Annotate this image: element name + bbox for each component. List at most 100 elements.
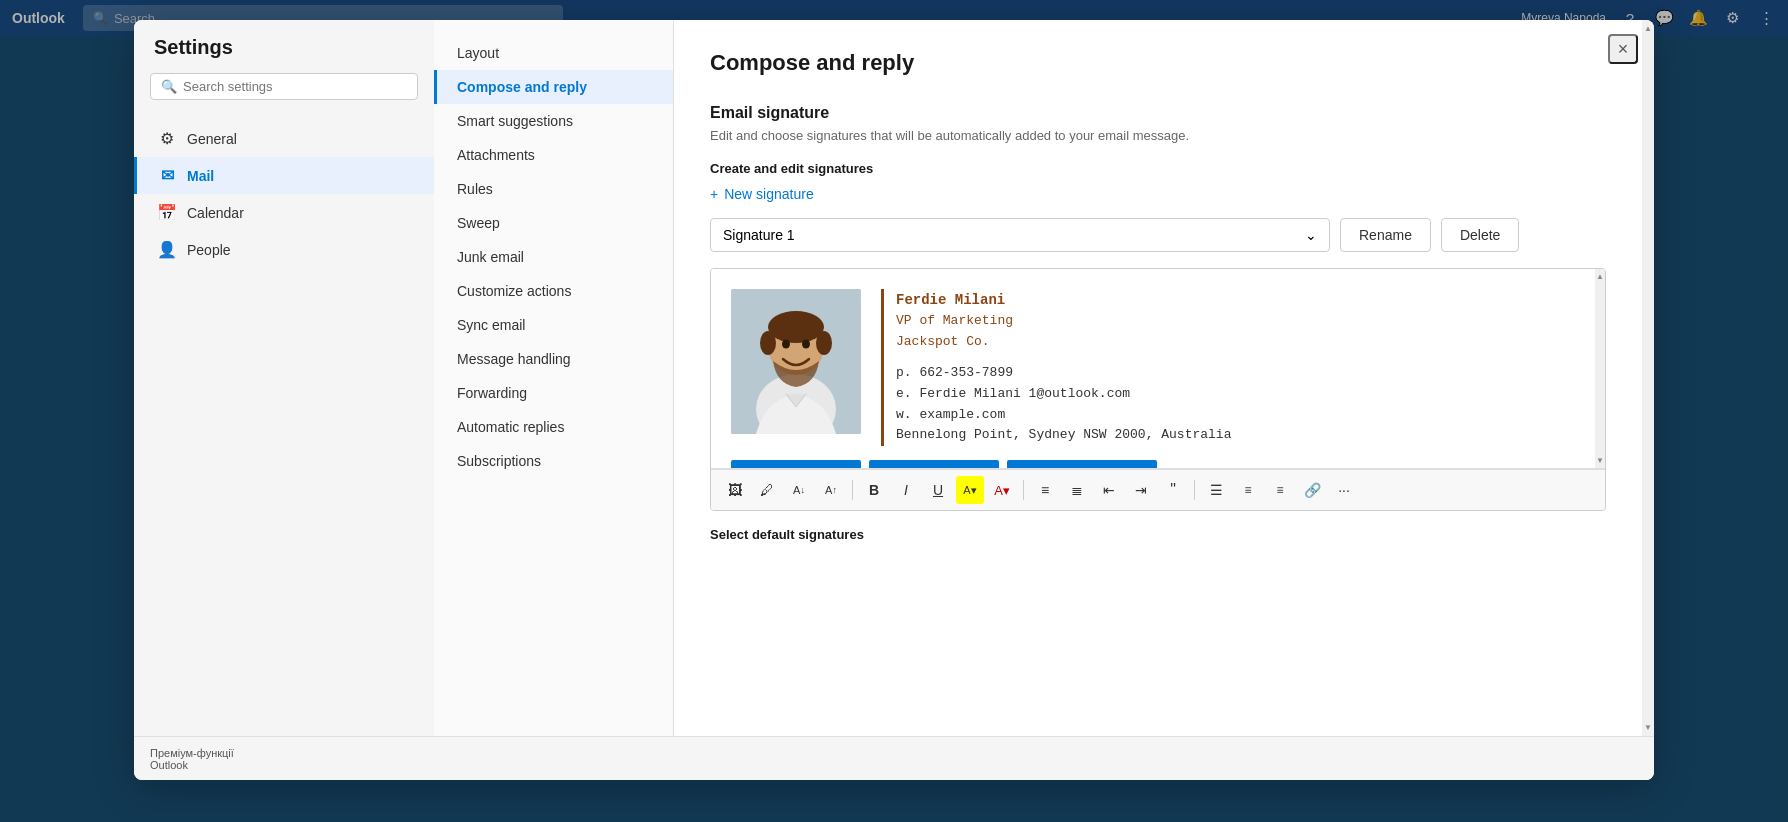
search-settings-icon: 🔍: [161, 79, 177, 94]
new-signature-button[interactable]: + New signature: [710, 186, 1606, 202]
sidebar-item-mail[interactable]: ✉ Mail: [134, 157, 434, 194]
premium-line1: Преміум-функції: [150, 747, 234, 759]
signature-name: Signature 1: [723, 227, 795, 243]
more-options-button[interactable]: ···: [1330, 476, 1358, 504]
bottom-action-buttons: [731, 460, 1157, 469]
sig-title: VP of Marketing: [896, 311, 1231, 332]
signature-selector-row: Signature 1 ⌄ Rename Delete: [710, 218, 1606, 252]
svg-point-3: [768, 311, 824, 343]
sidebar-item-general[interactable]: ⚙ General: [134, 120, 434, 157]
settings-modal: × Settings 🔍 ⚙ General ✉ Mail: [134, 20, 1654, 780]
people-icon: 👤: [157, 240, 177, 259]
submenu-item-sweep[interactable]: Sweep: [434, 206, 673, 240]
increase-font-size-button[interactable]: A↑: [817, 476, 845, 504]
sig-phone: p. 662-353-7899: [896, 363, 1231, 384]
submenu-item-smart-suggestions[interactable]: Smart suggestions: [434, 104, 673, 138]
btn2-partial: [869, 460, 999, 469]
sig-website: w. example.com: [896, 405, 1231, 426]
email-signature-desc: Edit and choose signatures that will be …: [710, 128, 1606, 143]
select-default-label: Select default signatures: [710, 527, 1606, 542]
close-button[interactable]: ×: [1608, 34, 1638, 64]
plus-icon: +: [710, 186, 718, 202]
decrease-indent-button[interactable]: ⇤: [1095, 476, 1123, 504]
bold-button[interactable]: B: [860, 476, 888, 504]
mail-icon: ✉: [157, 166, 177, 185]
sidebar-item-people[interactable]: 👤 People: [134, 231, 434, 268]
search-settings-box[interactable]: 🔍: [150, 73, 418, 100]
sidebar-item-label-general: General: [187, 131, 237, 147]
sidebar-item-calendar[interactable]: 📅 Calendar: [134, 194, 434, 231]
submenu-item-subscriptions[interactable]: Subscriptions: [434, 444, 673, 478]
submenu-item-automatic-replies[interactable]: Automatic replies: [434, 410, 673, 444]
align-right-button[interactable]: ≡: [1266, 476, 1294, 504]
highlight-button[interactable]: A▾: [956, 476, 984, 504]
scroll-up-arrow[interactable]: ▲: [1596, 269, 1604, 284]
sig-address: Bennelong Point, Sydney NSW 2000, Austra…: [896, 425, 1231, 446]
sig-email: e. Ferdie Milani 1@outlook.com: [896, 384, 1231, 405]
font-color-button[interactable]: A▾: [988, 476, 1016, 504]
submenu-item-rules[interactable]: Rules: [434, 172, 673, 206]
submenu-item-customize-actions[interactable]: Customize actions: [434, 274, 673, 308]
create-edit-label: Create and edit signatures: [710, 161, 1606, 176]
delete-button[interactable]: Delete: [1441, 218, 1519, 252]
signature-editor-wrapper: Ferdie Milani VP of Marketing Jackspot C…: [710, 268, 1606, 511]
nav-section: ⚙ General ✉ Mail 📅 Calendar 👤 People: [134, 116, 434, 272]
insert-image-button[interactable]: 🖼: [721, 476, 749, 504]
submenu-item-forwarding[interactable]: Forwarding: [434, 376, 673, 410]
svg-point-4: [760, 331, 776, 355]
premium-line2: Outlook: [150, 759, 234, 771]
format-painter-button[interactable]: 🖊: [753, 476, 781, 504]
toolbar-divider-2: [1023, 480, 1024, 500]
modal-bottom-bar: Преміум-функції Outlook: [134, 736, 1654, 780]
modal-scroll-up[interactable]: ▲: [1644, 20, 1652, 37]
align-left-button[interactable]: ☰: [1202, 476, 1230, 504]
quote-button[interactable]: ": [1159, 476, 1187, 504]
modal-overlay: × Settings 🔍 ⚙ General ✉ Mail: [0, 0, 1788, 822]
editor-scrollbar: ▲ ▼: [1595, 269, 1605, 468]
bullets-button[interactable]: ≡: [1031, 476, 1059, 504]
toolbar-divider-3: [1194, 480, 1195, 500]
chevron-down-icon: ⌄: [1305, 227, 1317, 243]
email-signature-title: Email signature: [710, 104, 1606, 122]
editor-toolbar: 🖼 🖊 A↓ A↑ B I U A▾ A▾ ≡ ≣ ⇤: [711, 469, 1605, 510]
signature-dropdown[interactable]: Signature 1 ⌄: [710, 218, 1330, 252]
submenu-item-compose-reply[interactable]: Compose and reply: [434, 70, 673, 104]
scroll-down-arrow[interactable]: ▼: [1596, 453, 1604, 468]
modal-right-scrollbar[interactable]: ▲ ▼: [1642, 20, 1654, 736]
modal-scroll-down[interactable]: ▼: [1644, 719, 1652, 736]
btn1-partial: [731, 460, 861, 469]
italic-button[interactable]: I: [892, 476, 920, 504]
submenu-item-attachments[interactable]: Attachments: [434, 138, 673, 172]
svg-point-7: [802, 340, 810, 349]
premium-text: Преміум-функції Outlook: [150, 747, 234, 771]
signature-preview[interactable]: Ferdie Milani VP of Marketing Jackspot C…: [711, 269, 1605, 469]
sig-name: Ferdie Milani: [896, 289, 1231, 311]
decrease-font-size-button[interactable]: A↓: [785, 476, 813, 504]
new-signature-label: New signature: [724, 186, 814, 202]
submenu-item-junk-email[interactable]: Junk email: [434, 240, 673, 274]
align-center-button[interactable]: ≡: [1234, 476, 1262, 504]
search-settings-input[interactable]: [183, 79, 407, 94]
settings-sidebar: Settings 🔍 ⚙ General ✉ Mail 📅: [134, 20, 434, 736]
general-icon: ⚙: [157, 129, 177, 148]
settings-content: Compose and reply Email signature Edit a…: [674, 20, 1642, 736]
page-title: Compose and reply: [710, 50, 1606, 76]
rename-button[interactable]: Rename: [1340, 218, 1431, 252]
insert-link-button[interactable]: 🔗: [1298, 476, 1326, 504]
submenu-item-layout[interactable]: Layout: [434, 36, 673, 70]
svg-point-6: [782, 340, 790, 349]
underline-button[interactable]: U: [924, 476, 952, 504]
numbered-list-button[interactable]: ≣: [1063, 476, 1091, 504]
sig-company: Jackspot Co.: [896, 332, 1231, 353]
sidebar-item-label-mail: Mail: [187, 168, 214, 184]
toolbar-divider-1: [852, 480, 853, 500]
btn3-partial: [1007, 460, 1157, 469]
increase-indent-button[interactable]: ⇥: [1127, 476, 1155, 504]
select-default-section: Select default signatures: [710, 527, 1606, 542]
submenu-item-sync-email[interactable]: Sync email: [434, 308, 673, 342]
submenu-item-message-handling[interactable]: Message handling: [434, 342, 673, 376]
sidebar-item-label-calendar: Calendar: [187, 205, 244, 221]
settings-submenu: Layout Compose and reply Smart suggestio…: [434, 20, 674, 736]
settings-title: Settings: [134, 36, 434, 73]
signature-text-block: Ferdie Milani VP of Marketing Jackspot C…: [881, 289, 1231, 446]
